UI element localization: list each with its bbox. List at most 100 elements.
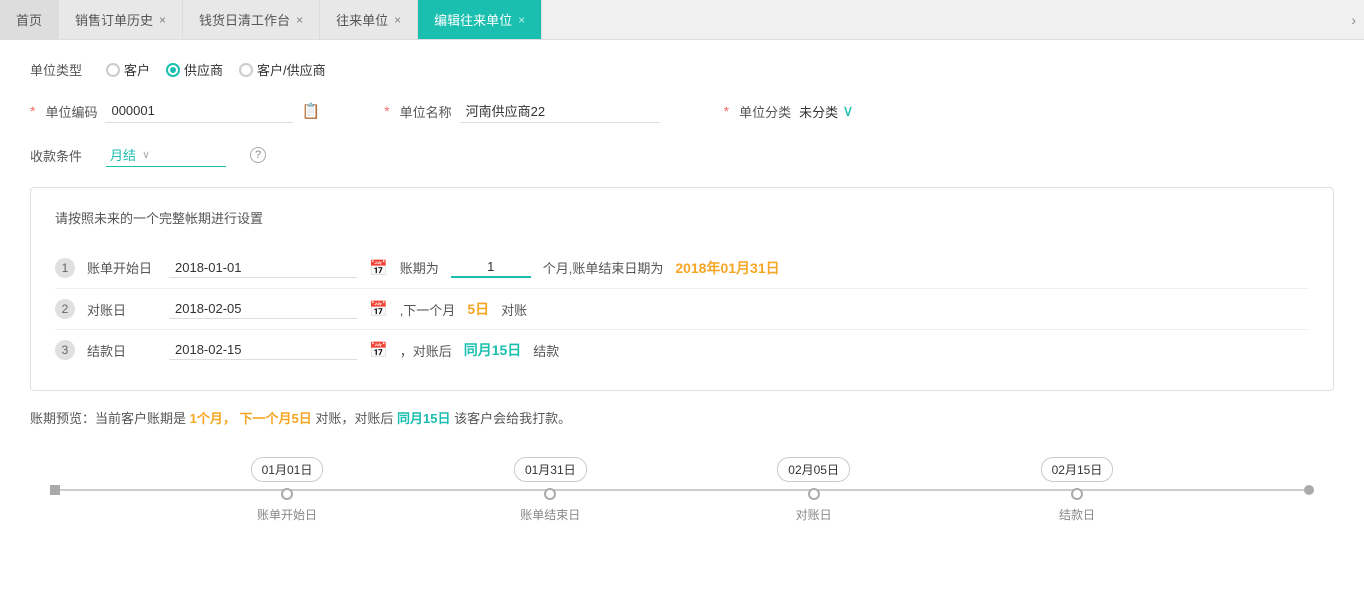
period-end-date-highlight: 2018年01月31日 <box>675 258 779 278</box>
arrow-right-icon: › <box>1351 12 1356 28</box>
timeline: 01月01日 账单开始日 01月31日 账单结束日 02月05日 对账日 <box>50 450 1314 530</box>
tab-related-units[interactable]: 往来单位 × <box>320 0 418 39</box>
preview-part3: 对账，对账后 <box>315 411 393 426</box>
period-reconcile-date-input[interactable] <box>169 299 357 319</box>
period-box: 请按照未来的一个完整帐期进行设置 1 账单开始日 📅 账期为 个月,账单结束日期… <box>30 187 1334 391</box>
radio-both[interactable]: 客户/供应商 <box>239 60 326 79</box>
timeline-dot-1 <box>281 488 293 500</box>
radio-customer[interactable]: 客户 <box>106 60 150 79</box>
unit-type-radio-group: 客户 供应商 客户/供应商 <box>106 60 326 79</box>
period-row-1: 1 账单开始日 📅 账期为 个月,账单结束日期为 2018年01月31日 <box>55 247 1309 289</box>
period-num-3: 3 <box>55 340 75 360</box>
close-icon[interactable]: × <box>159 13 166 27</box>
timeline-left-endpoint <box>50 485 60 495</box>
unit-type-label: 单位类型 <box>30 60 82 79</box>
tab-cash-workbench-label: 钱货日清工作台 <box>199 10 290 29</box>
timeline-container: 01月01日 账单开始日 01月31日 账单结束日 02月05日 对账日 <box>30 450 1334 530</box>
unit-category-field: * 单位分类 未分类 ∨ <box>724 101 919 121</box>
period-start-desc-middle: 个月,账单结束日期为 <box>543 258 664 277</box>
preview-part5: 该客户会给我打款。 <box>454 411 571 426</box>
timeline-label-2: 账单结束日 <box>520 506 580 523</box>
required-star: * <box>384 103 389 119</box>
period-payment-highlight: 同月15日 <box>464 340 522 360</box>
radio-customer-circle <box>106 63 120 77</box>
timeline-date-1: 01月01日 <box>251 457 324 482</box>
required-star: * <box>30 103 35 119</box>
timeline-dot-2 <box>544 488 556 500</box>
unit-info-row: * 单位编码 📋 * 单位名称 * 单位分类 未分类 ∨ <box>30 99 1334 123</box>
unit-category-dropdown[interactable]: 未分类 ∨ <box>799 101 919 121</box>
period-payment-label: 结款日 <box>87 341 157 360</box>
preview-label: 账期预览：当前客户账期是 <box>30 411 186 426</box>
calendar-icon[interactable]: 📅 <box>369 341 388 359</box>
close-icon[interactable]: × <box>518 13 525 27</box>
tab-home[interactable]: 首页 <box>0 0 59 39</box>
timeline-date-2: 01月31日 <box>514 457 587 482</box>
timeline-label-1: 账单开始日 <box>257 506 317 523</box>
tab-arrow[interactable]: › <box>1343 0 1364 39</box>
radio-customer-label: 客户 <box>124 60 150 79</box>
preview-text: 账期预览：当前客户账期是 1个月， 下一个月5日 对账，对账后 同月15日 该客… <box>30 407 1334 430</box>
timeline-dot-4 <box>1071 488 1083 500</box>
timeline-date-4: 02月15日 <box>1041 457 1114 482</box>
tab-home-label: 首页 <box>16 10 42 29</box>
unit-category-label: 单位分类 <box>739 102 791 121</box>
period-row-3: 3 结款日 📅 ，对账后 同月15日 结款 <box>55 330 1309 370</box>
timeline-label-4: 结款日 <box>1059 506 1095 523</box>
radio-supplier[interactable]: 供应商 <box>166 60 223 79</box>
main-content: 单位类型 客户 供应商 客户/供应商 * 单位编码 📋 * 单位名称 <box>0 40 1364 608</box>
required-star: * <box>724 103 729 119</box>
unit-code-input[interactable] <box>105 99 293 123</box>
timeline-right-endpoint <box>1304 485 1314 495</box>
unit-code-label: 单位编码 <box>45 102 97 121</box>
calendar-icon[interactable]: 📅 <box>369 259 388 277</box>
timeline-point-2: 01月31日 账单结束日 <box>514 457 587 523</box>
chevron-down-icon: ∨ <box>142 148 150 161</box>
help-icon[interactable]: ? <box>250 147 266 163</box>
period-payment-date-input[interactable] <box>169 340 357 360</box>
unit-category-value: 未分类 <box>799 102 838 121</box>
timeline-point-1: 01月01日 账单开始日 <box>251 457 324 523</box>
unit-code-field: * 单位编码 📋 <box>30 99 320 123</box>
tab-cash-workbench[interactable]: 钱货日清工作台 × <box>183 0 320 39</box>
period-start-date-input[interactable] <box>169 258 357 278</box>
tab-sales-history[interactable]: 销售订单历史 × <box>59 0 183 39</box>
timeline-label-3: 对账日 <box>796 506 832 523</box>
preview-part4: 同月15日 <box>397 411 450 426</box>
timeline-point-3: 02月05日 对账日 <box>777 457 850 523</box>
period-payment-desc-prefix: ，对账后 <box>400 341 452 360</box>
tab-edit-related-units-label: 编辑往来单位 <box>434 10 512 29</box>
timeline-points: 01月01日 账单开始日 01月31日 账单结束日 02月05日 对账日 <box>50 457 1314 523</box>
payment-terms-value: 月结 <box>110 145 136 164</box>
tab-sales-history-label: 销售订单历史 <box>75 10 153 29</box>
close-icon[interactable]: × <box>394 13 401 27</box>
period-reconcile-highlight: 5日 <box>467 299 489 319</box>
period-reconcile-label: 对账日 <box>87 300 157 319</box>
file-icon[interactable]: 📋 <box>301 102 320 120</box>
payment-terms-row: 收款条件 月结 ∨ ? <box>30 143 1334 167</box>
radio-supplier-circle <box>166 63 180 77</box>
close-icon[interactable]: × <box>296 13 303 27</box>
period-num-2: 2 <box>55 299 75 319</box>
period-num-1: 1 <box>55 258 75 278</box>
chevron-down-icon: ∨ <box>842 101 854 121</box>
period-num-input[interactable] <box>451 257 531 278</box>
period-reconcile-desc-prefix: ,下一个月 <box>400 300 456 319</box>
unit-type-row: 单位类型 客户 供应商 客户/供应商 <box>30 60 1334 79</box>
period-row-2: 2 对账日 📅 ,下一个月 5日 对账 <box>55 289 1309 330</box>
period-title: 请按照未来的一个完整帐期进行设置 <box>55 208 1309 227</box>
unit-name-field: * 单位名称 <box>384 99 659 123</box>
tab-edit-related-units[interactable]: 编辑往来单位 × <box>418 0 542 39</box>
period-start-desc-prefix: 账期为 <box>400 258 439 277</box>
radio-both-label: 客户/供应商 <box>257 60 326 79</box>
radio-both-circle <box>239 63 253 77</box>
preview-part2: 下一个月5日 <box>240 411 312 426</box>
timeline-dot-3 <box>808 488 820 500</box>
unit-name-input[interactable] <box>460 99 660 123</box>
timeline-point-4: 02月15日 结款日 <box>1041 457 1114 523</box>
tab-bar: 首页 销售订单历史 × 钱货日清工作台 × 往来单位 × 编辑往来单位 × › <box>0 0 1364 40</box>
period-start-label: 账单开始日 <box>87 258 157 277</box>
calendar-icon[interactable]: 📅 <box>369 300 388 318</box>
payment-terms-dropdown[interactable]: 月结 ∨ <box>106 143 226 167</box>
unit-name-label: 单位名称 <box>400 102 452 121</box>
